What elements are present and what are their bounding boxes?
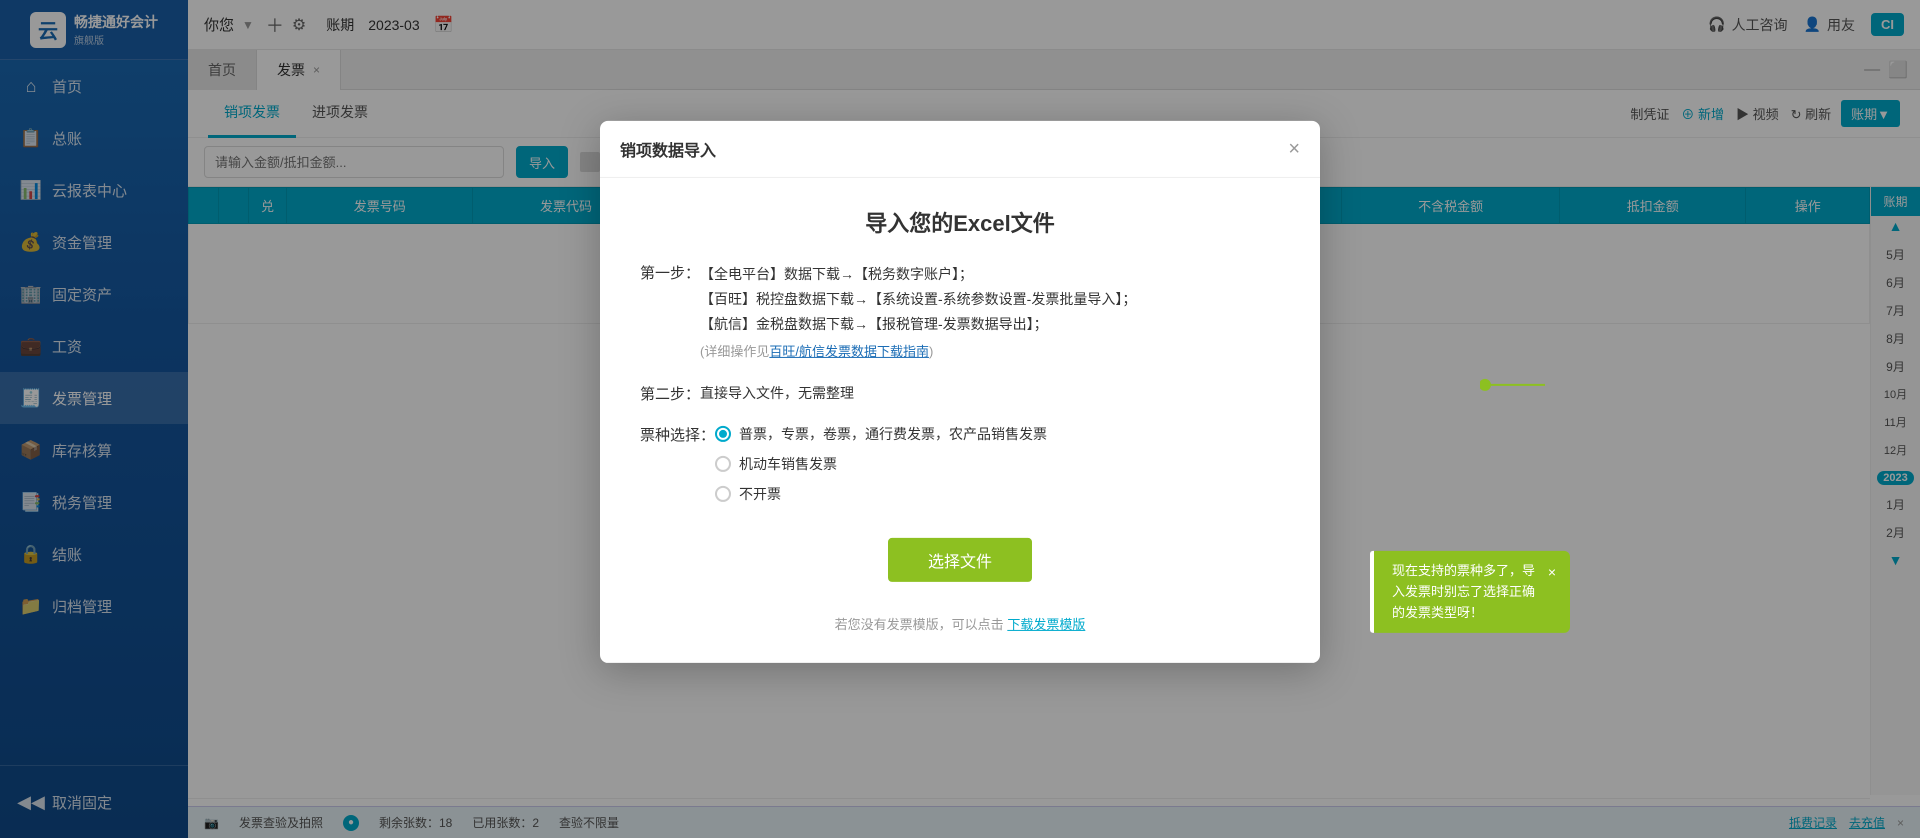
modal-header: 销项数据导入 × <box>600 121 1320 178</box>
guide-link[interactable]: 百旺/航信发票数据下载指南 <box>769 343 929 358</box>
step1-hint: (详细操作见百旺/航信发票数据下载指南) <box>700 339 1136 362</box>
step1-row: 第一步： 【全电平台】数据下载→【税务数字账户】； 【百旺】税控盘数据下载→【系… <box>640 262 1280 363</box>
radio-normal[interactable] <box>715 426 731 442</box>
import-modal: 销项数据导入 × 导入您的Excel文件 第一步： 【全电平台】数据下载→【税务… <box>600 121 1320 663</box>
tooltip-close-btn[interactable]: × <box>1548 561 1556 583</box>
step1-line2: 【百旺】税控盘数据下载→【系统设置-系统参数设置-发票批量导入】； <box>700 287 1136 312</box>
tooltip-connector <box>1480 375 1550 395</box>
step2-label: 第二步： <box>640 383 700 404</box>
ticket-option-normal[interactable]: 普票，专票，卷票，通行费发票，农产品销售发票 <box>715 424 1047 444</box>
step2-row: 第二步： 直接导入文件，无需整理 <box>640 383 1280 404</box>
modal-main-title: 导入您的Excel文件 <box>640 206 1280 238</box>
step1-content: 【全电平台】数据下载→【税务数字账户】； 【百旺】税控盘数据下载→【系统设置-系… <box>700 262 1136 363</box>
download-template-link[interactable]: 下载发票模版 <box>1007 617 1085 632</box>
step1-label: 第一步： <box>640 262 700 283</box>
modal-body: 导入您的Excel文件 第一步： 【全电平台】数据下载→【税务数字账户】； 【百… <box>600 178 1320 663</box>
step1-line1: 【全电平台】数据下载→【税务数字账户】； <box>700 262 1136 287</box>
tooltip-box: × 现在支持的票种多了，导入发票时别忘了选择正确的发票类型呀！ <box>1370 551 1570 633</box>
step-2: 第二步： 直接导入文件，无需整理 <box>640 383 1280 404</box>
step2-text: 直接导入文件，无需整理 <box>700 383 854 403</box>
modal-title: 销项数据导入 <box>620 137 716 161</box>
ticket-section: 票种选择： 普票，专票，卷票，通行费发票，农产品销售发票 机动车销售发票 <box>640 424 1280 514</box>
ticket-normal-label: 普票，专票，卷票，通行费发票，农产品销售发票 <box>739 424 1047 444</box>
select-file-button[interactable]: 选择文件 <box>888 538 1032 582</box>
ticket-option-motor[interactable]: 机动车销售发票 <box>715 454 1047 474</box>
radio-none[interactable] <box>715 486 731 502</box>
ticket-motor-label: 机动车销售发票 <box>739 454 837 474</box>
ticket-none-label: 不开票 <box>739 484 781 504</box>
ticket-option-none[interactable]: 不开票 <box>715 484 1047 504</box>
step1-line3: 【航信】金税盘数据下载→【报税管理-发票数据导出】； <box>700 312 1136 337</box>
tooltip-content: × 现在支持的票种多了，导入发票时别忘了选择正确的发票类型呀！ <box>1384 561 1556 623</box>
step-1: 第一步： 【全电平台】数据下载→【税务数字账户】； 【百旺】税控盘数据下载→【系… <box>640 262 1280 363</box>
modal-close-button[interactable]: × <box>1288 139 1300 159</box>
radio-motor[interactable] <box>715 456 731 472</box>
tooltip-bar <box>1370 551 1374 633</box>
ticket-row: 票种选择： 普票，专票，卷票，通行费发票，农产品销售发票 机动车销售发票 <box>640 424 1280 514</box>
modal-footer: 选择文件 <box>640 538 1280 602</box>
radio-inner-normal <box>719 430 727 438</box>
modal-hint: 若您没有发票模版，可以点击 下载发票模版 <box>640 614 1280 633</box>
ticket-label: 票种选择： <box>640 424 715 445</box>
ticket-options: 普票，专票，卷票，通行费发票，农产品销售发票 机动车销售发票 不开票 <box>715 424 1047 514</box>
